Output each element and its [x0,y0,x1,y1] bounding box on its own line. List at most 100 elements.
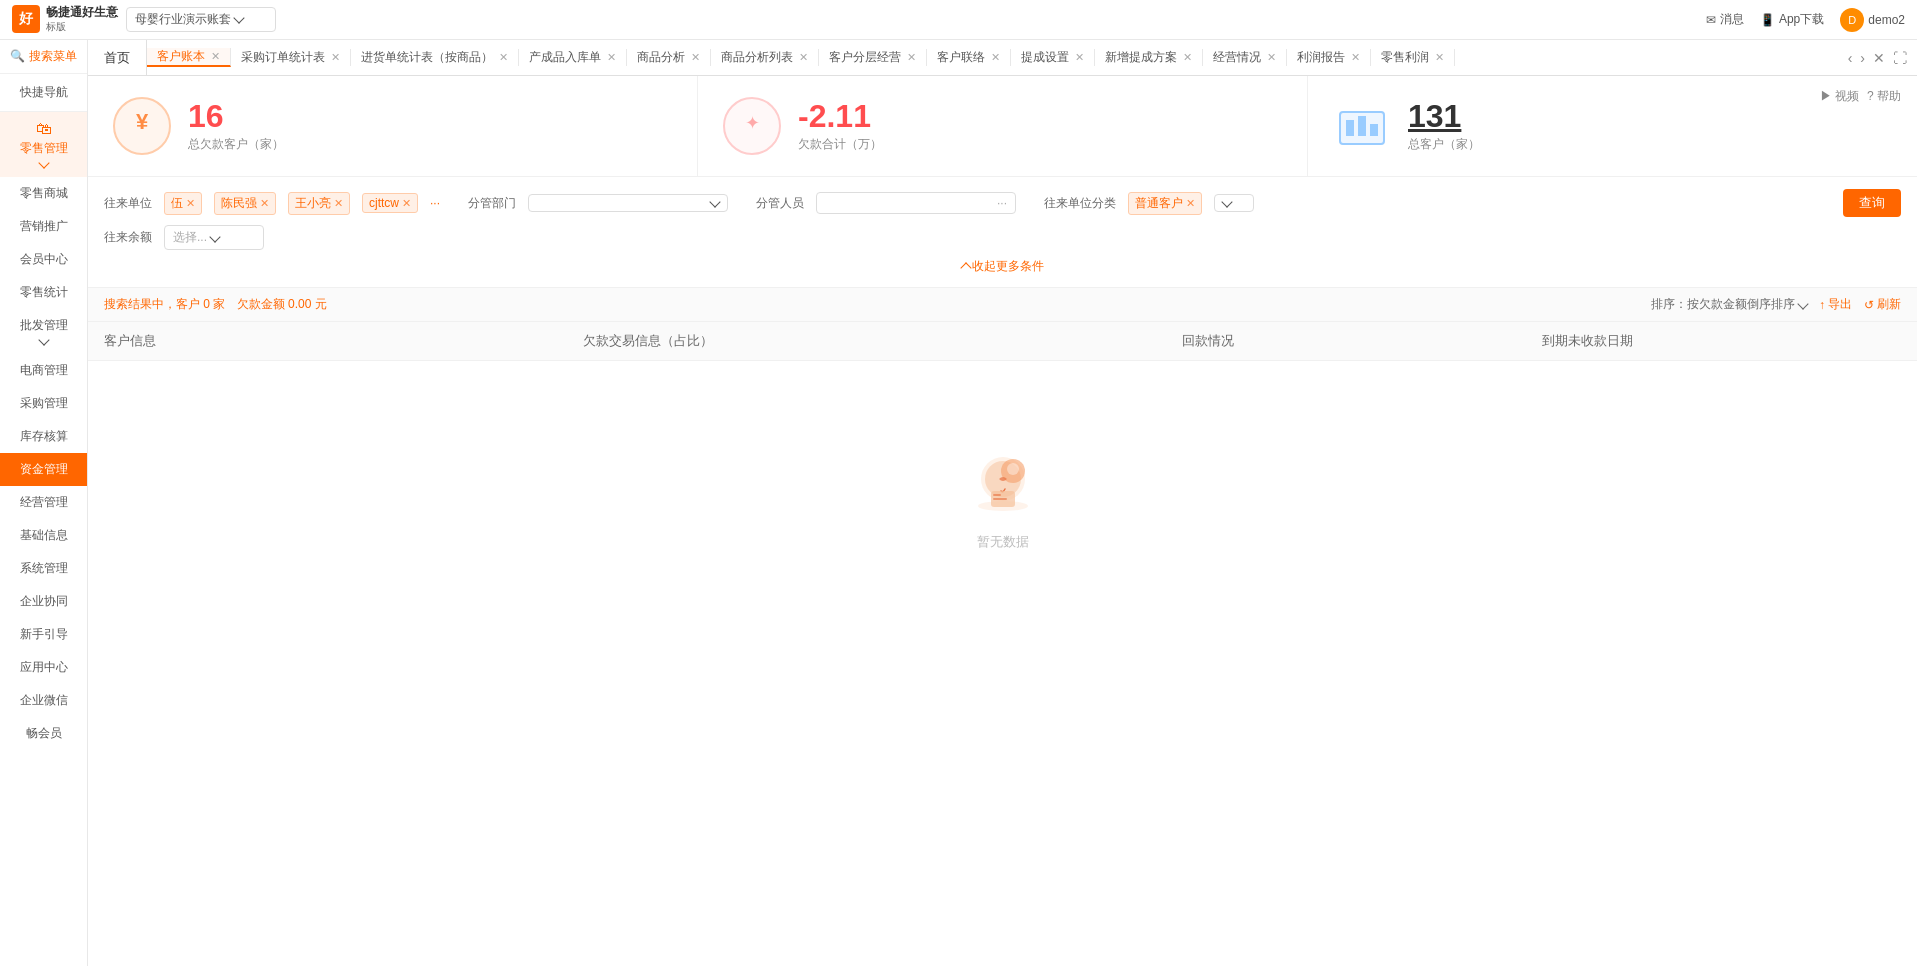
marketing-label: 营销推广 [20,218,68,235]
help-btn[interactable]: ? 帮助 [1867,88,1901,105]
dept-select[interactable] [528,194,728,212]
filter-tag-wang-close[interactable]: ✕ [334,197,343,210]
sidebar-item-wholesale[interactable]: 批发管理 [0,309,87,354]
sidebar-quick-nav[interactable]: 快捷导航 [0,74,87,112]
tab-close-3[interactable]: ✕ [607,51,616,64]
filter-tag-normal-close[interactable]: ✕ [1186,197,1195,210]
collapse-button[interactable]: 收起更多条件 [962,258,1044,275]
filter-tag-cjttcw-close[interactable]: ✕ [402,197,411,210]
tab-close-4[interactable]: ✕ [691,51,700,64]
sidebar-item-member[interactable]: 会员中心 [0,243,87,276]
tab-prev-btn[interactable]: ‹ [1846,48,1855,68]
tab-product-analysis-list[interactable]: 商品分析列表 ✕ [711,49,819,66]
export-button[interactable]: ↑ 导出 [1819,296,1852,313]
tab-fullscreen-btn[interactable]: ⛶ [1891,48,1909,68]
filter-more-tags[interactable]: ··· [430,196,440,210]
messages-btn[interactable]: ✉ 消息 [1706,11,1744,28]
person-filter-label: 分管人员 [756,195,804,212]
tab-commission-settings[interactable]: 提成设置 ✕ [1011,49,1095,66]
sidebar-item-newbie[interactable]: 新手引导 [0,618,87,651]
sidebar-item-stock[interactable]: 库存核算 [0,420,87,453]
sidebar-item-marketing[interactable]: 营销推广 [0,210,87,243]
balance-filter-label: 往来余额 [104,229,152,246]
sidebar-item-system[interactable]: 系统管理 [0,552,87,585]
app-download-btn[interactable]: 📱 App下载 [1760,11,1824,28]
refresh-button[interactable]: ↺ 刷新 [1864,296,1901,313]
user-menu[interactable]: D demo2 [1840,8,1905,32]
sidebar-item-finance[interactable]: 资金管理 [0,453,87,486]
purchase-label: 采购管理 [20,395,68,412]
tab-label-5: 商品分析列表 [721,49,793,66]
tab-close-8[interactable]: ✕ [1075,51,1084,64]
sidebar-item-member2[interactable]: 畅会员 [0,717,87,750]
result-summary: 搜索结果中，客户 0 家 欠款金额 0.00 元 [104,296,327,313]
tab-business[interactable]: 经营情况 ✕ [1203,49,1287,66]
tab-close-5[interactable]: ✕ [799,51,808,64]
video-btn[interactable]: ▶ 视频 [1820,88,1859,105]
retail-label: 零售管理 [20,140,68,157]
svg-rect-6 [1358,116,1366,136]
tab-close-0[interactable]: ✕ [211,50,220,63]
tab-customer-contact[interactable]: 客户联络 ✕ [927,49,1011,66]
sidebar-search[interactable]: 🔍 搜索菜单 [0,40,87,74]
tab-new-commission[interactable]: 新增提成方案 ✕ [1095,49,1203,66]
tab-home[interactable]: 首页 [88,40,147,75]
avatar: D [1840,8,1864,32]
sort-selector[interactable]: 排序：按欠款金额倒序排序 [1651,296,1807,313]
tab-profit-report[interactable]: 利润报告 ✕ [1287,49,1371,66]
filter-tag-chen-close[interactable]: ✕ [260,197,269,210]
top-bar: 好 畅捷通好生意 标版 母婴行业演示账套 ✉ 消息 📱 App下载 D demo… [0,0,1917,40]
stat-label-2: 欠款合计（万） [798,136,882,153]
tab-close-12[interactable]: ✕ [1435,51,1444,64]
message-icon: ✉ [1706,13,1716,27]
unit-type-select[interactable] [1214,194,1254,212]
quick-nav-label: 快捷导航 [20,85,68,99]
tab-close-10[interactable]: ✕ [1267,51,1276,64]
tab-purchase-order[interactable]: 采购订单统计表 ✕ [231,49,351,66]
sidebar-item-apps[interactable]: 应用中心 [0,651,87,684]
tab-retail-profit[interactable]: 零售利润 ✕ [1371,49,1455,66]
balance-select[interactable]: 选择... [164,225,264,250]
sidebar-item-retail[interactable]: 🛍 零售管理 [0,112,87,177]
tab-next-btn[interactable]: › [1858,48,1867,68]
stat-info-2: -2.11 欠款合计（万） [798,100,882,153]
tab-close-1[interactable]: ✕ [331,51,340,64]
tab-customer-layer[interactable]: 客户分层经营 ✕ [819,49,927,66]
sidebar-item-wechat[interactable]: 企业微信 [0,684,87,717]
org-selector[interactable]: 母婴行业演示账套 [126,7,276,32]
quick-nav-item[interactable]: 快捷导航 [0,78,87,107]
ecom-label: 电商管理 [20,362,68,379]
sidebar-item-ops[interactable]: 经营管理 [0,486,87,519]
tab-close-9[interactable]: ✕ [1183,51,1192,64]
sidebar-item-purchase[interactable]: 采购管理 [0,387,87,420]
tab-close-11[interactable]: ✕ [1351,51,1360,64]
top-bar-left: 好 畅捷通好生意 标版 母婴行业演示账套 [12,5,276,33]
tab-close-6[interactable]: ✕ [907,51,916,64]
sidebar-item-basic[interactable]: 基础信息 [0,519,87,552]
query-button[interactable]: 查询 [1843,189,1901,217]
filter-tag-wang: 王小亮 ✕ [288,192,350,215]
tab-label-1: 采购订单统计表 [241,49,325,66]
tab-close-2[interactable]: ✕ [499,51,508,64]
col-header-4: 到期未收款日期 [1542,332,1901,350]
sidebar-item-corp[interactable]: 企业协同 [0,585,87,618]
tab-label-6: 客户分层经营 [829,49,901,66]
filter-tag-wu: 伍 ✕ [164,192,202,215]
sidebar-item-shop[interactable]: 零售商城 [0,177,87,210]
tab-close-7[interactable]: ✕ [991,51,1000,64]
person-select[interactable]: ··· [816,192,1016,214]
filter-tag-wu-close[interactable]: ✕ [186,197,195,210]
stock-label: 库存核算 [20,428,68,445]
top-bar-right: ✉ 消息 📱 App下载 D demo2 [1706,8,1905,32]
tab-customer-ledger[interactable]: 客户账本 ✕ [147,48,231,67]
retail-stats-label: 零售统计 [20,284,68,301]
tab-product-stock[interactable]: 产成品入库单 ✕ [519,49,627,66]
stat-icon-3 [1332,96,1392,156]
tab-label-3: 产成品入库单 [529,49,601,66]
tab-product-analysis[interactable]: 商品分析 ✕ [627,49,711,66]
sidebar-item-ecom[interactable]: 电商管理 [0,354,87,387]
tab-stock-stats[interactable]: 进货单统计表（按商品） ✕ [351,49,519,66]
tab-label-10: 经营情况 [1213,49,1261,66]
sidebar-item-retail-stats[interactable]: 零售统计 [0,276,87,309]
tab-close-all-btn[interactable]: ✕ [1871,48,1887,68]
